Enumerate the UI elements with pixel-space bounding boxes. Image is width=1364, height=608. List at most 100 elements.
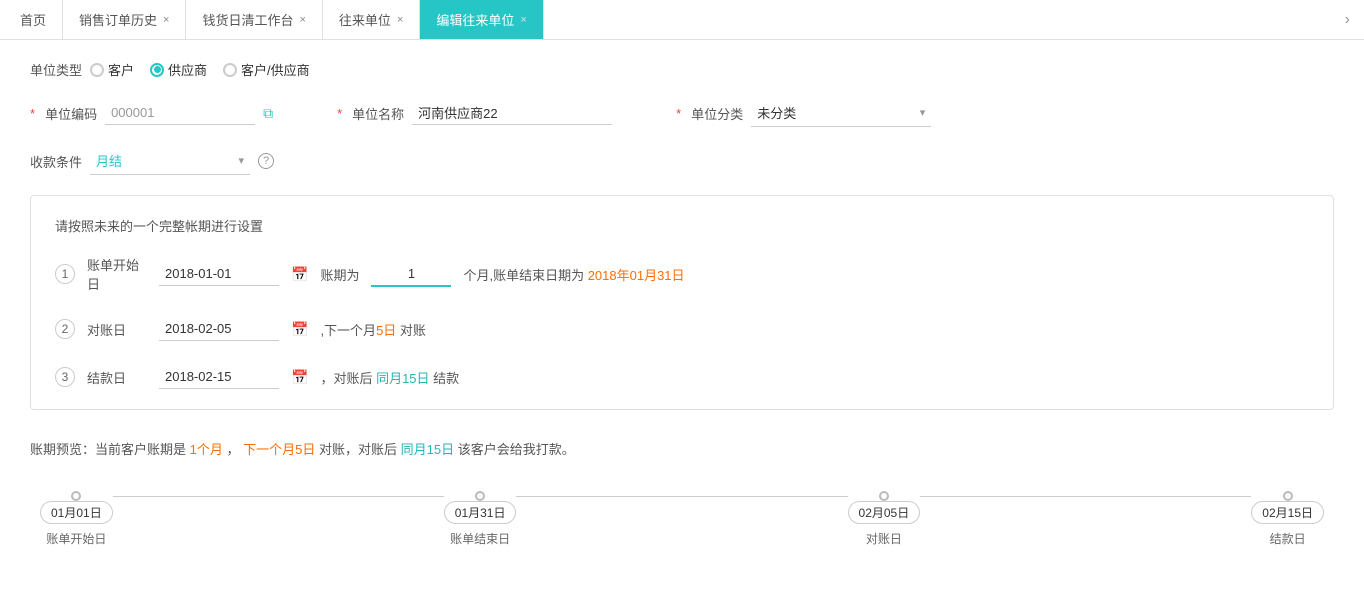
tab-sales-history-label: 销售订单历史 [79, 10, 157, 29]
recon-highlight: 5日 [376, 323, 396, 338]
radio-customer-label: 客户 [108, 60, 134, 79]
preview-middle1: ， [227, 442, 240, 457]
code-required-star: * [30, 106, 35, 121]
tl-node-0: 01月01日 账单开始日 [40, 485, 113, 547]
period-box: 请按照未来的一个完整帐期进行设置 1 账单开始日 📅 账期为 个月,账单结束日期… [30, 195, 1334, 410]
tl-line-1 [113, 496, 444, 497]
timeline: 01月01日 账单开始日 01月31日 账单结束日 02月05日 对账日 02月… [30, 485, 1334, 547]
category-required-star: * [676, 106, 681, 121]
code-label: 单位编码 [45, 104, 97, 123]
radio-supplier-label: 供应商 [168, 60, 207, 79]
radio-customer[interactable]: 客户 [90, 60, 134, 79]
category-label: 单位分类 [691, 104, 743, 123]
category-dropdown-arrow: ▾ [920, 106, 926, 119]
radio-both-circle [223, 63, 237, 77]
period-row-2: 2 对账日 📅 ,下一个月5日 对账 [55, 317, 1309, 341]
tl-dot-1 [475, 491, 485, 501]
tl-dot-3 [1283, 491, 1293, 501]
preview-suffix: 该客户会给我打款。 [458, 442, 575, 457]
unit-name-field: * 单位名称 [337, 101, 612, 125]
code-name-category-row: * 单位编码 ⧉ * 单位名称 * 单位分类 未分类 ▾ [30, 99, 1334, 127]
month-input[interactable] [371, 262, 451, 287]
payment-dropdown-arrow: ▾ [238, 154, 244, 167]
tl-line-2 [516, 496, 847, 497]
preview-prefix: 账期预览：当前客户账期是 [30, 442, 186, 457]
period-row-1-num: 1 [55, 264, 75, 284]
payment-help-icon[interactable]: ? [258, 153, 274, 169]
tl-node-3: 02月15日 结款日 [1251, 485, 1324, 547]
payment-value: 月结 [96, 151, 122, 170]
period-row-1-label: 账单开始日 [87, 255, 147, 293]
payment-dropdown[interactable]: 月结 ▾ [90, 147, 250, 175]
radio-supplier[interactable]: 供应商 [150, 60, 207, 79]
start-date-input[interactable] [159, 262, 279, 286]
period-row-3-desc: ，对账后 同月15日 结款 [320, 368, 459, 387]
tab-more-button[interactable]: › [1335, 0, 1360, 39]
name-required-star: * [337, 106, 342, 121]
period-box-title: 请按照未来的一个完整帐期进行设置 [55, 216, 1309, 235]
period-row-1-desc-suffix: 个月,账单结束日期为 2018年01月31日 [463, 265, 684, 284]
end-date-highlight: 2018年01月31日 [588, 268, 685, 283]
unit-type-field: 单位类型 客户 供应商 客户/供应商 [30, 60, 310, 79]
period-row-2-desc: ,下一个月5日 对账 [320, 320, 425, 339]
preview-part3: 同月15日 [401, 442, 454, 457]
tl-label-1: 账单结束日 [450, 530, 510, 547]
preview-middle2: 对账，对账后 [319, 442, 397, 457]
name-input[interactable] [412, 101, 612, 125]
payment-label: 收款条件 [30, 152, 82, 171]
tl-label-3: 结款日 [1270, 530, 1306, 547]
tab-partners[interactable]: 往来单位 × [323, 0, 420, 39]
tab-partners-label: 往来单位 [339, 10, 391, 29]
start-date-cal-icon[interactable]: 📅 [291, 266, 308, 283]
tab-home-label: 首页 [20, 10, 46, 29]
period-row-1-desc-prefix: 账期为 [320, 265, 359, 284]
tl-label-2: 对账日 [866, 530, 902, 547]
tab-cashwork[interactable]: 钱货日清工作台 × [186, 0, 322, 39]
copy-icon[interactable]: ⧉ [263, 105, 273, 122]
tab-sales-history[interactable]: 销售订单历史 × [63, 0, 186, 39]
tl-dot-0 [71, 491, 81, 501]
payment-date-input[interactable] [159, 365, 279, 389]
tab-edit-partner-label: 编辑往来单位 [436, 10, 514, 29]
tl-label-0: 账单开始日 [46, 530, 106, 547]
radio-customer-circle [90, 63, 104, 77]
tab-home[interactable]: 首页 [4, 0, 63, 39]
tl-badge-2: 02月05日 [848, 501, 921, 524]
code-input[interactable] [105, 101, 255, 125]
tl-line-3 [920, 496, 1251, 497]
tab-cashwork-label: 钱货日清工作台 [202, 10, 293, 29]
preview-part1: 1个月 [190, 442, 223, 457]
tab-cashwork-close[interactable]: × [299, 14, 305, 26]
tab-edit-partner-close[interactable]: × [520, 14, 526, 26]
tab-sales-history-close[interactable]: × [163, 14, 169, 26]
payment-row: 收款条件 月结 ▾ ? [30, 147, 1334, 175]
payment-field: 收款条件 月结 ▾ ? [30, 147, 274, 175]
period-row-3-label: 结款日 [87, 368, 147, 387]
name-label: 单位名称 [352, 104, 404, 123]
payment-highlight: 同月15日 [376, 371, 429, 386]
tl-badge-0: 01月01日 [40, 501, 113, 524]
period-row-3: 3 结款日 📅 ，对账后 同月15日 结款 [55, 365, 1309, 389]
period-row-2-label: 对账日 [87, 320, 147, 339]
period-row-1: 1 账单开始日 📅 账期为 个月,账单结束日期为 2018年01月31日 [55, 255, 1309, 293]
category-dropdown[interactable]: 未分类 ▾ [751, 99, 931, 127]
unit-category-field: * 单位分类 未分类 ▾ [676, 99, 931, 127]
preview-part2: 下一个月5日 [243, 442, 315, 457]
payment-date-cal-icon[interactable]: 📅 [291, 369, 308, 386]
tab-partners-close[interactable]: × [397, 14, 403, 26]
radio-both[interactable]: 客户/供应商 [223, 60, 310, 79]
main-content: 单位类型 客户 供应商 客户/供应商 * 单位编码 [0, 40, 1364, 608]
radio-supplier-circle [150, 63, 164, 77]
tl-node-2: 02月05日 对账日 [848, 485, 921, 547]
tl-node-1: 01月31日 账单结束日 [444, 485, 517, 547]
tab-edit-partner[interactable]: 编辑往来单位 × [420, 0, 543, 39]
period-row-2-num: 2 [55, 319, 75, 339]
tl-badge-3: 02月15日 [1251, 501, 1324, 524]
preview-text: 账期预览：当前客户账期是 1个月 ， 下一个月5日 对账，对账后 同月15日 该… [30, 438, 1334, 461]
recon-date-cal-icon[interactable]: 📅 [291, 321, 308, 338]
unit-type-radio-group: 客户 供应商 客户/供应商 [90, 60, 310, 79]
unit-type-label: 单位类型 [30, 60, 82, 79]
preview-section: 账期预览：当前客户账期是 1个月 ， 下一个月5日 对账，对账后 同月15日 该… [30, 426, 1334, 571]
category-value: 未分类 [757, 103, 915, 122]
recon-date-input[interactable] [159, 317, 279, 341]
